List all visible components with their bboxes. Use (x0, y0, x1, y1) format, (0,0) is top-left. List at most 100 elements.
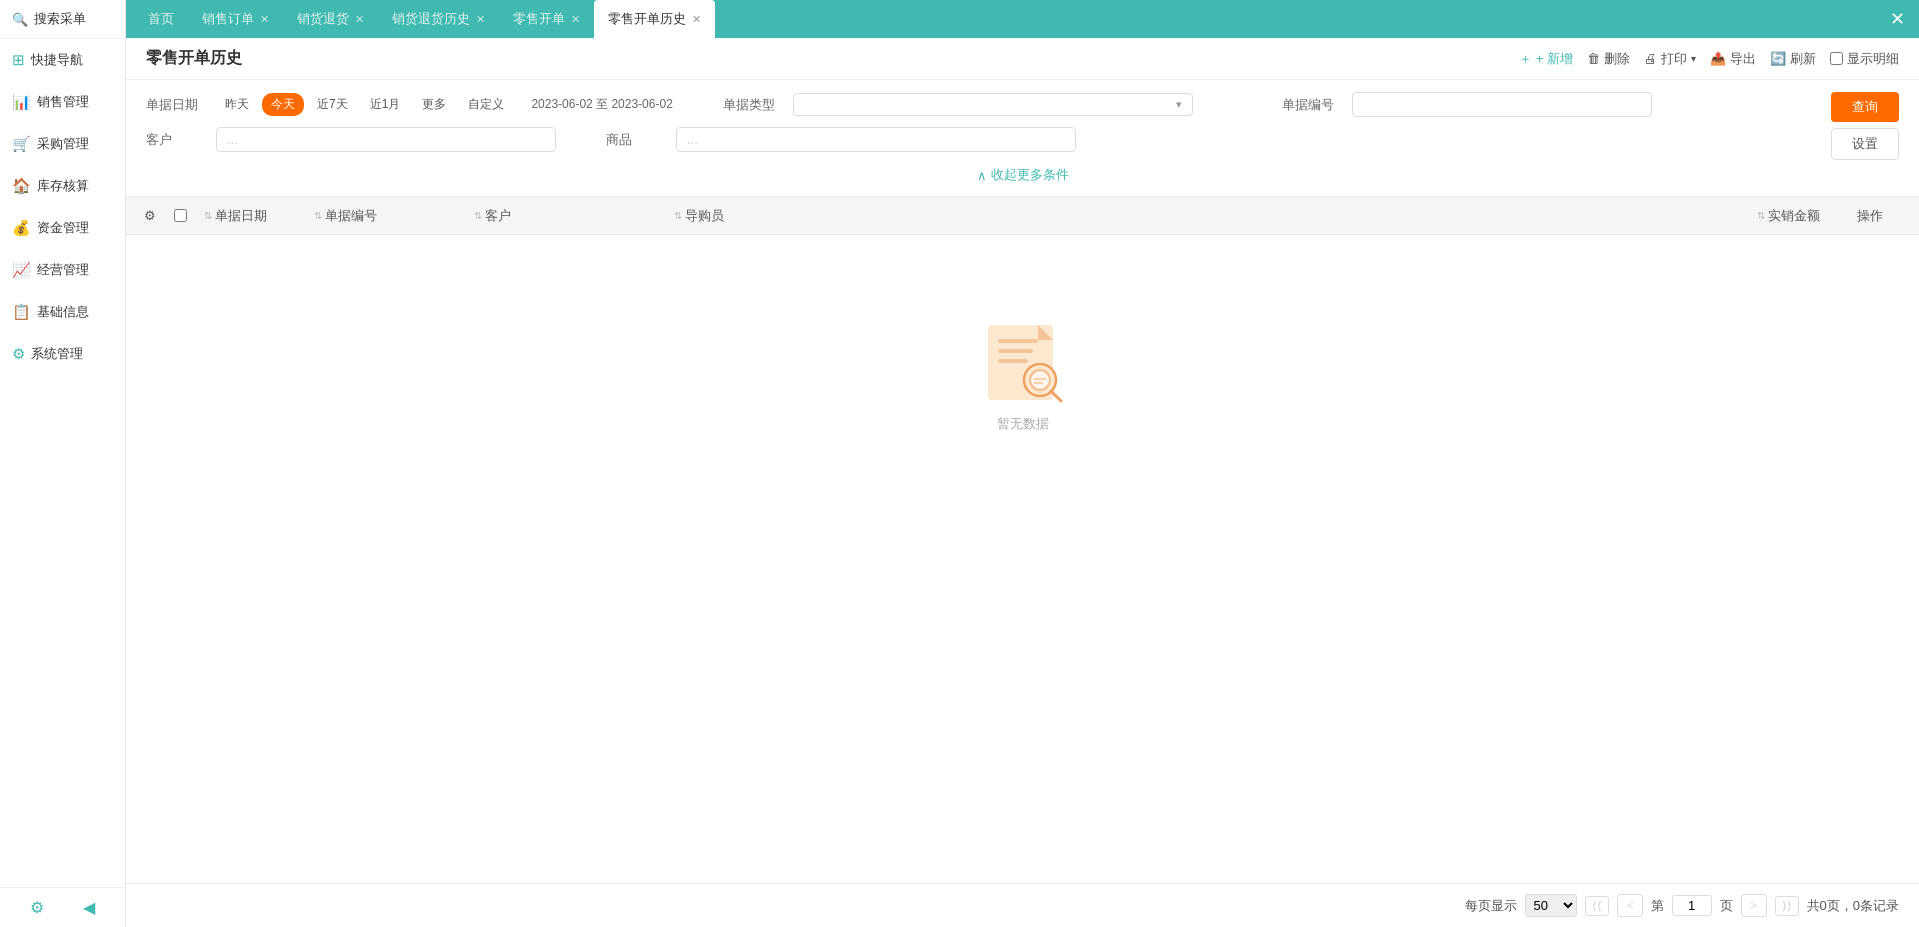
search-icon: 🔍 (12, 12, 28, 27)
tab-close-sales-return-history[interactable]: ✕ (476, 13, 485, 26)
client-filter-input[interactable]: ... (216, 127, 556, 152)
tab-retail-open-history[interactable]: 零售开单历史 ✕ (594, 0, 715, 38)
table-header: ⚙ ⇅ 单据日期 ⇅ 单据编号 ⇅ 客户 ⇅ 导购员 ⇅ (126, 197, 1919, 235)
sidebar-search-label: 搜索采单 (34, 10, 86, 28)
close-all-tabs-icon[interactable]: ✕ (1884, 8, 1911, 30)
next-page-btn[interactable]: ＞ (1741, 894, 1767, 917)
tab-sales-order[interactable]: 销售订单 ✕ (188, 0, 283, 38)
tab-close-sales-order[interactable]: ✕ (260, 13, 269, 26)
add-icon: ＋ (1519, 50, 1532, 68)
sales-mgmt-icon: 📊 (12, 93, 31, 111)
tab-close-sales-return[interactable]: ✕ (355, 13, 364, 26)
last-page-btn[interactable]: ⟩⟩ (1775, 896, 1799, 916)
prev-page-btn[interactable]: ＜ (1617, 894, 1643, 917)
sidebar-item-label: 快捷导航 (31, 51, 83, 69)
date-btn-more[interactable]: 更多 (413, 93, 455, 116)
sidebar-item-basic-info[interactable]: 📋 基础信息 (0, 291, 125, 333)
add-button[interactable]: ＋ + 新增 (1519, 50, 1573, 68)
tab-home[interactable]: 首页 (134, 0, 188, 38)
date-filter-label: 单据日期 (146, 96, 206, 114)
show-detail-toggle[interactable]: 显示明细 (1830, 50, 1899, 68)
th-checkbox[interactable] (166, 209, 196, 222)
th-client[interactable]: ⇅ 客户 (466, 207, 666, 225)
sidebar-item-sales-mgmt[interactable]: 📊 销售管理 (0, 81, 125, 123)
tab-retail-open[interactable]: 零售开单 ✕ (499, 0, 594, 38)
collapse-sidebar-icon[interactable]: ◀ (83, 898, 95, 917)
th-date[interactable]: ⇅ 单据日期 (196, 207, 306, 225)
date-btn-1month[interactable]: 近1月 (361, 93, 410, 116)
sidebar-search[interactable]: 🔍 搜索采单 (0, 0, 125, 39)
sidebar-item-business-mgmt[interactable]: 📈 经营管理 (0, 249, 125, 291)
sidebar-item-system-mgmt[interactable]: ⚙ 系统管理 (0, 333, 125, 375)
per-page-select[interactable]: 50 10 20 100 (1525, 894, 1577, 917)
sidebar-item-label: 库存核算 (37, 177, 89, 195)
delete-icon: 🗑 (1587, 51, 1600, 66)
empty-state: 暂无数据 (126, 235, 1919, 513)
sidebar-item-label: 经营管理 (37, 261, 89, 279)
sidebar-item-quick-nav[interactable]: ⊞ 快捷导航 (0, 39, 125, 81)
export-button[interactable]: 📤 导出 (1710, 50, 1756, 68)
sort-asc-icon: ⇅ (204, 210, 212, 221)
collapse-label: 收起更多条件 (991, 166, 1069, 184)
filter-row-date: 单据日期 昨天 今天 近7天 近1月 更多 自定义 2023-06-02 至 2… (146, 92, 1811, 117)
sidebar-bottom: ⚙ ◀ (0, 887, 125, 927)
refresh-icon: 🔄 (1770, 51, 1786, 66)
sidebar: 🔍 搜索采单 ⊞ 快捷导航 📊 销售管理 🛒 采购管理 🏠 库存核算 💰 资金管… (0, 0, 126, 927)
main-content: 首页 销售订单 ✕ 销货退货 ✕ 销货退货历史 ✕ 零售开单 ✕ 零售开单历史 … (126, 0, 1919, 927)
sort-amount-icon: ⇅ (1757, 210, 1765, 221)
sidebar-item-label: 资金管理 (37, 219, 89, 237)
pagination: 每页显示 50 10 20 100 ⟨⟨ ＜ 第 页 ＞ ⟩⟩ 共0页，0条记录 (126, 883, 1919, 927)
sidebar-item-label: 基础信息 (37, 303, 89, 321)
date-btn-custom[interactable]: 自定义 (459, 93, 513, 116)
quick-nav-icon: ⊞ (12, 51, 25, 69)
purchase-mgmt-icon: 🛒 (12, 135, 31, 153)
page-number-input[interactable] (1672, 895, 1712, 916)
sidebar-item-label: 采购管理 (37, 135, 89, 153)
sidebar-item-purchase-mgmt[interactable]: 🛒 采购管理 (0, 123, 125, 165)
sidebar-item-stock-calc[interactable]: 🏠 库存核算 (0, 165, 125, 207)
print-dropdown-icon: ▾ (1691, 53, 1696, 64)
date-btn-7days[interactable]: 近7天 (308, 93, 357, 116)
tab-bar: 首页 销售订单 ✕ 销货退货 ✕ 销货退货历史 ✕ 零售开单 ✕ 零售开单历史 … (126, 0, 1919, 38)
query-button[interactable]: 查询 (1831, 92, 1899, 122)
date-range-display: 2023-06-02 至 2023-06-02 (531, 96, 672, 113)
page-label-post: 页 (1720, 897, 1733, 915)
system-mgmt-icon: ⚙ (12, 345, 25, 363)
tab-close-retail-open-history[interactable]: ✕ (692, 13, 701, 26)
svg-point-6 (1030, 370, 1050, 390)
collapse-filter-row[interactable]: ∧ 收起更多条件 (146, 162, 1899, 188)
query-buttons: 查询 设置 (1831, 92, 1899, 160)
th-amount[interactable]: ⇅ 实销金额 (1749, 207, 1849, 225)
basic-info-icon: 📋 (12, 303, 31, 321)
delete-button[interactable]: 🗑 删除 (1587, 50, 1630, 68)
tab-sales-return[interactable]: 销货退货 ✕ (283, 0, 378, 38)
table-area: ⚙ ⇅ 单据日期 ⇅ 单据编号 ⇅ 客户 ⇅ 导购员 ⇅ (126, 197, 1919, 883)
sidebar-item-finance-mgmt[interactable]: 💰 资金管理 (0, 207, 125, 249)
tab-bar-right: ✕ (1884, 8, 1911, 30)
number-filter-input[interactable] (1352, 92, 1652, 117)
type-filter-select[interactable]: ▾ (793, 93, 1193, 116)
refresh-button[interactable]: 🔄 刷新 (1770, 50, 1816, 68)
first-page-btn[interactable]: ⟨⟨ (1585, 896, 1609, 916)
print-button[interactable]: 🖨 打印 ▾ (1644, 50, 1696, 68)
page-header: 零售开单历史 ＋ + 新增 🗑 删除 🖨 打印 ▾ 📤 导出 🔄 刷新 (126, 38, 1919, 80)
th-number[interactable]: ⇅ 单据编号 (306, 207, 466, 225)
page-actions: ＋ + 新增 🗑 删除 🖨 打印 ▾ 📤 导出 🔄 刷新 (1519, 50, 1899, 68)
tab-close-retail-open[interactable]: ✕ (571, 13, 580, 26)
svg-rect-3 (998, 359, 1028, 363)
gear-icon: ⚙ (144, 208, 156, 223)
tab-sales-return-history[interactable]: 销货退货历史 ✕ (378, 0, 499, 38)
pagination-summary: 共0页，0条记录 (1807, 897, 1899, 915)
settings-icon[interactable]: ⚙ (30, 898, 44, 917)
per-page-label: 每页显示 (1465, 897, 1517, 915)
select-all-checkbox[interactable] (174, 209, 187, 222)
settings-button[interactable]: 设置 (1831, 128, 1899, 160)
empty-illustration (968, 315, 1078, 415)
th-gear[interactable]: ⚙ (136, 208, 166, 223)
product-filter-input[interactable]: ... (676, 127, 1076, 152)
show-detail-checkbox[interactable] (1830, 52, 1843, 65)
filter-row-client: 客户 ... 商品 ... (146, 127, 1811, 152)
date-btn-today[interactable]: 今天 (262, 93, 304, 116)
th-guide[interactable]: ⇅ 导购员 (666, 207, 766, 225)
date-btn-yesterday[interactable]: 昨天 (216, 93, 258, 116)
